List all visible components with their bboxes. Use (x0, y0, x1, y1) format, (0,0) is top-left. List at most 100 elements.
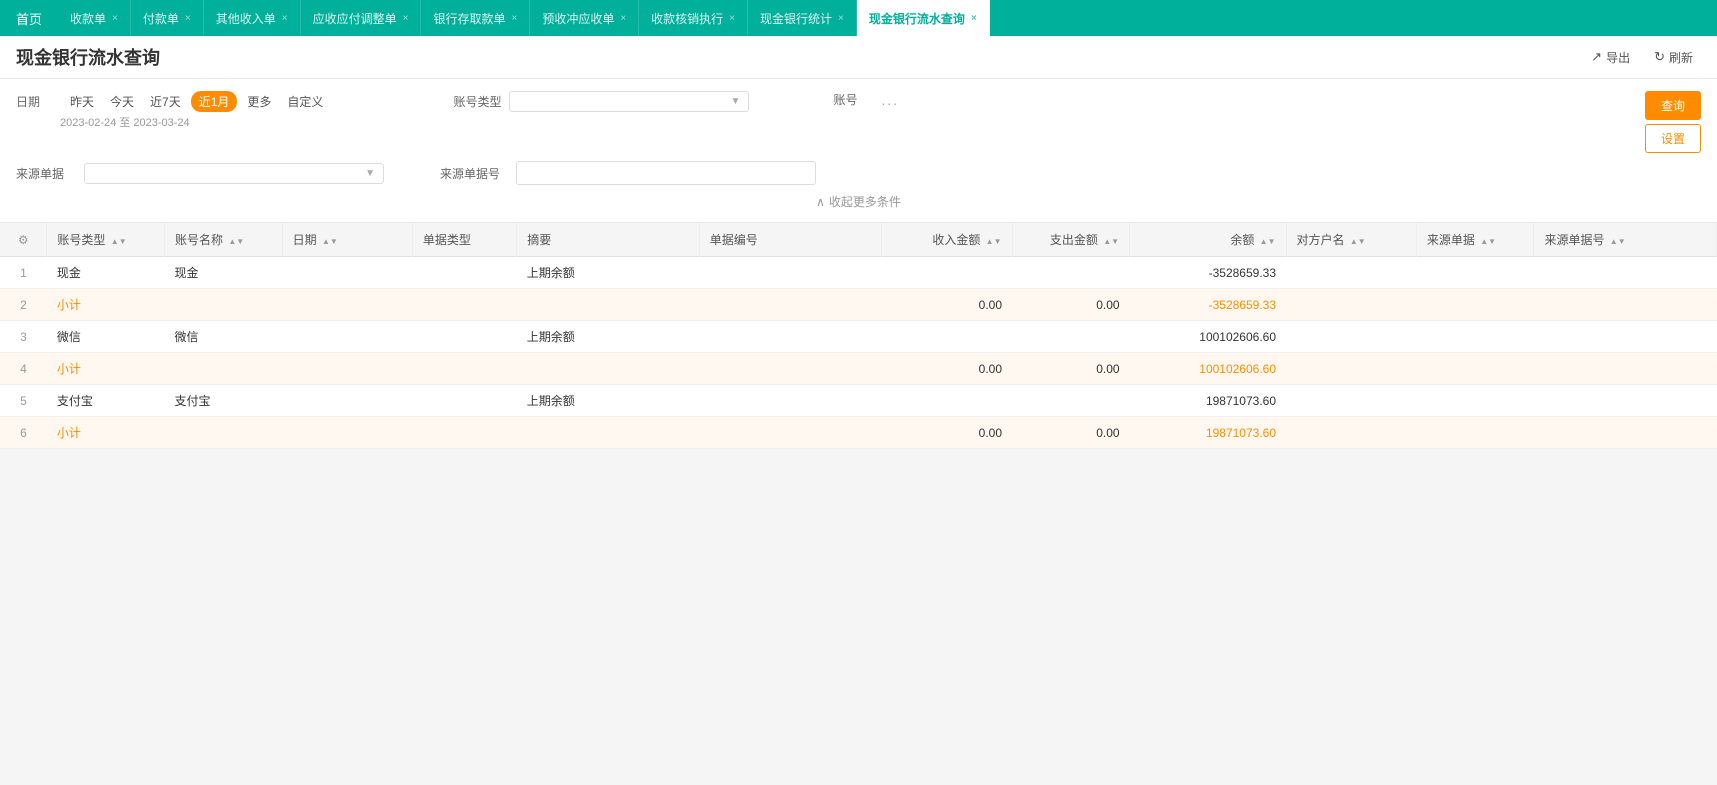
table-row[interactable]: 3 微信 微信 上期余额 100102606.60 (0, 321, 1717, 353)
data-table-container: ⚙ 账号类型 ▲▼ 账号名称 ▲▼ 日期 ▲▼ 单据类型 摘要 (0, 223, 1717, 449)
row-actype-0: 现金 (47, 257, 165, 289)
sort-icon-source: ▲▼ (1480, 238, 1496, 246)
collapse-bar[interactable]: ∧ 收起更多条件 (16, 189, 1701, 210)
row-expense-0 (1012, 257, 1130, 289)
nav-tab-2[interactable]: 其他收入单 × (204, 0, 301, 36)
row-source-3 (1416, 353, 1534, 385)
row-docno-5 (699, 417, 881, 449)
row-date-2 (282, 321, 412, 353)
close-icon-2[interactable]: × (282, 13, 288, 24)
nav-tab-8[interactable]: 现金银行流水查询 × (857, 0, 990, 36)
row-expense-4 (1012, 385, 1130, 417)
nav-tab-0[interactable]: 收款单 × (58, 0, 131, 36)
date-opt-1month[interactable]: 近1月 (191, 91, 238, 112)
table-row[interactable]: 6 小计 0.00 0.00 19871073.60 (0, 417, 1717, 449)
row-actype-3: 小计 (47, 353, 165, 385)
nav-tab-label-2: 其他收入单 (216, 10, 276, 27)
row-num-2: 3 (0, 321, 47, 353)
row-counter-0 (1286, 257, 1416, 289)
date-opt-today[interactable]: 今天 (104, 91, 140, 112)
table-row[interactable]: 5 支付宝 支付宝 上期余额 19871073.60 (0, 385, 1717, 417)
date-opt-more[interactable]: 更多 (241, 91, 277, 112)
sort-icon-date: ▲▼ (322, 238, 338, 246)
account-type-select[interactable]: ▼ (509, 91, 749, 112)
close-icon-1[interactable]: × (185, 13, 191, 24)
col-header-balance[interactable]: 余额 ▲▼ (1130, 223, 1286, 257)
date-opt-yesterday[interactable]: 昨天 (64, 91, 100, 112)
close-icon-4[interactable]: × (511, 13, 517, 24)
row-income-0 (882, 257, 1012, 289)
col-header-income[interactable]: 收入金额 ▲▼ (882, 223, 1012, 257)
col-header-summary[interactable]: 摘要 (517, 223, 699, 257)
source-doc-label: 来源单据 (16, 165, 64, 182)
col-header-counter[interactable]: 对方户名 ▲▼ (1286, 223, 1416, 257)
col-header-doctype[interactable]: 单据类型 (412, 223, 516, 257)
row-counter-3 (1286, 353, 1416, 385)
col-header-settings[interactable]: ⚙ (0, 223, 47, 257)
source-doc-select[interactable]: ▼ (84, 163, 384, 184)
row-income-5: 0.00 (882, 417, 1012, 449)
page-title: 现金银行流水查询 (16, 44, 160, 70)
close-icon-3[interactable]: × (403, 13, 409, 24)
row-doctype-4 (412, 385, 516, 417)
sort-icon-sourceno: ▲▼ (1610, 238, 1626, 246)
row-income-1: 0.00 (882, 289, 1012, 321)
date-opt-custom[interactable]: 自定义 (281, 91, 329, 112)
row-num-4: 5 (0, 385, 47, 417)
settings-button[interactable]: 设置 (1645, 124, 1701, 153)
row-sourceno-4 (1534, 385, 1717, 417)
row-doctype-1 (412, 289, 516, 321)
row-summary-1 (517, 289, 699, 321)
nav-home[interactable]: 首页 (0, 0, 58, 36)
row-acname-0: 现金 (165, 257, 283, 289)
col-header-actype[interactable]: 账号类型 ▲▼ (47, 223, 165, 257)
col-header-source[interactable]: 来源单据 ▲▼ (1416, 223, 1534, 257)
nav-tab-4[interactable]: 银行存取款单 × (421, 0, 530, 36)
row-expense-2 (1012, 321, 1130, 353)
table-row[interactable]: 4 小计 0.00 0.00 100102606.60 (0, 353, 1717, 385)
close-icon-6[interactable]: × (729, 13, 735, 24)
nav-tab-6[interactable]: 收款核销执行 × (639, 0, 748, 36)
sort-icon-balance: ▲▼ (1260, 238, 1276, 246)
nav-tab-3[interactable]: 应收应付调整单 × (301, 0, 422, 36)
row-date-3 (282, 353, 412, 385)
nav-tab-5[interactable]: 预收冲应收单 × (530, 0, 639, 36)
table-row[interactable]: 2 小计 0.00 0.00 -3528659.33 (0, 289, 1717, 321)
account-label: 账号 (833, 91, 873, 108)
col-balance-label: 余额 (1230, 233, 1254, 247)
col-header-sourceno[interactable]: 来源单据号 ▲▼ (1534, 223, 1717, 257)
sort-icon-counter: ▲▼ (1350, 238, 1366, 246)
col-header-acname[interactable]: 账号名称 ▲▼ (165, 223, 283, 257)
row-doctype-3 (412, 353, 516, 385)
col-header-docno[interactable]: 单据编号 (699, 223, 881, 257)
row-source-4 (1416, 385, 1534, 417)
source-doc-no-input[interactable] (516, 161, 816, 185)
col-header-expense[interactable]: 支出金额 ▲▼ (1012, 223, 1130, 257)
account-dots-icon[interactable]: ... (881, 92, 899, 108)
refresh-button[interactable]: ↻ 刷新 (1646, 45, 1701, 70)
row-doctype-5 (412, 417, 516, 449)
close-icon-8[interactable]: × (971, 13, 977, 24)
collapse-up-icon: ∧ (816, 195, 825, 209)
row-balance-4: 19871073.60 (1130, 385, 1286, 417)
row-num-1: 2 (0, 289, 47, 321)
export-button[interactable]: ↗ 导出 (1583, 45, 1638, 70)
row-source-5 (1416, 417, 1534, 449)
export-label: 导出 (1606, 49, 1630, 66)
close-icon-0[interactable]: × (112, 13, 118, 24)
col-header-date[interactable]: 日期 ▲▼ (282, 223, 412, 257)
col-date-label: 日期 (293, 233, 317, 247)
nav-tab-7[interactable]: 现金银行统计 × (748, 0, 857, 36)
close-icon-7[interactable]: × (838, 13, 844, 24)
row-sourceno-5 (1534, 417, 1717, 449)
row-sourceno-2 (1534, 321, 1717, 353)
close-icon-5[interactable]: × (620, 13, 626, 24)
table-row[interactable]: 1 现金 现金 上期余额 -3528659.33 (0, 257, 1717, 289)
row-balance-2: 100102606.60 (1130, 321, 1286, 353)
query-button[interactable]: 查询 (1645, 91, 1701, 120)
row-actype-2: 微信 (47, 321, 165, 353)
nav-tab-1[interactable]: 付款单 × (131, 0, 204, 36)
page-header: 现金银行流水查询 ↗ 导出 ↻ 刷新 (0, 36, 1717, 79)
date-opt-7days[interactable]: 近7天 (144, 91, 187, 112)
nav-tab-label-8: 现金银行流水查询 (869, 10, 965, 27)
